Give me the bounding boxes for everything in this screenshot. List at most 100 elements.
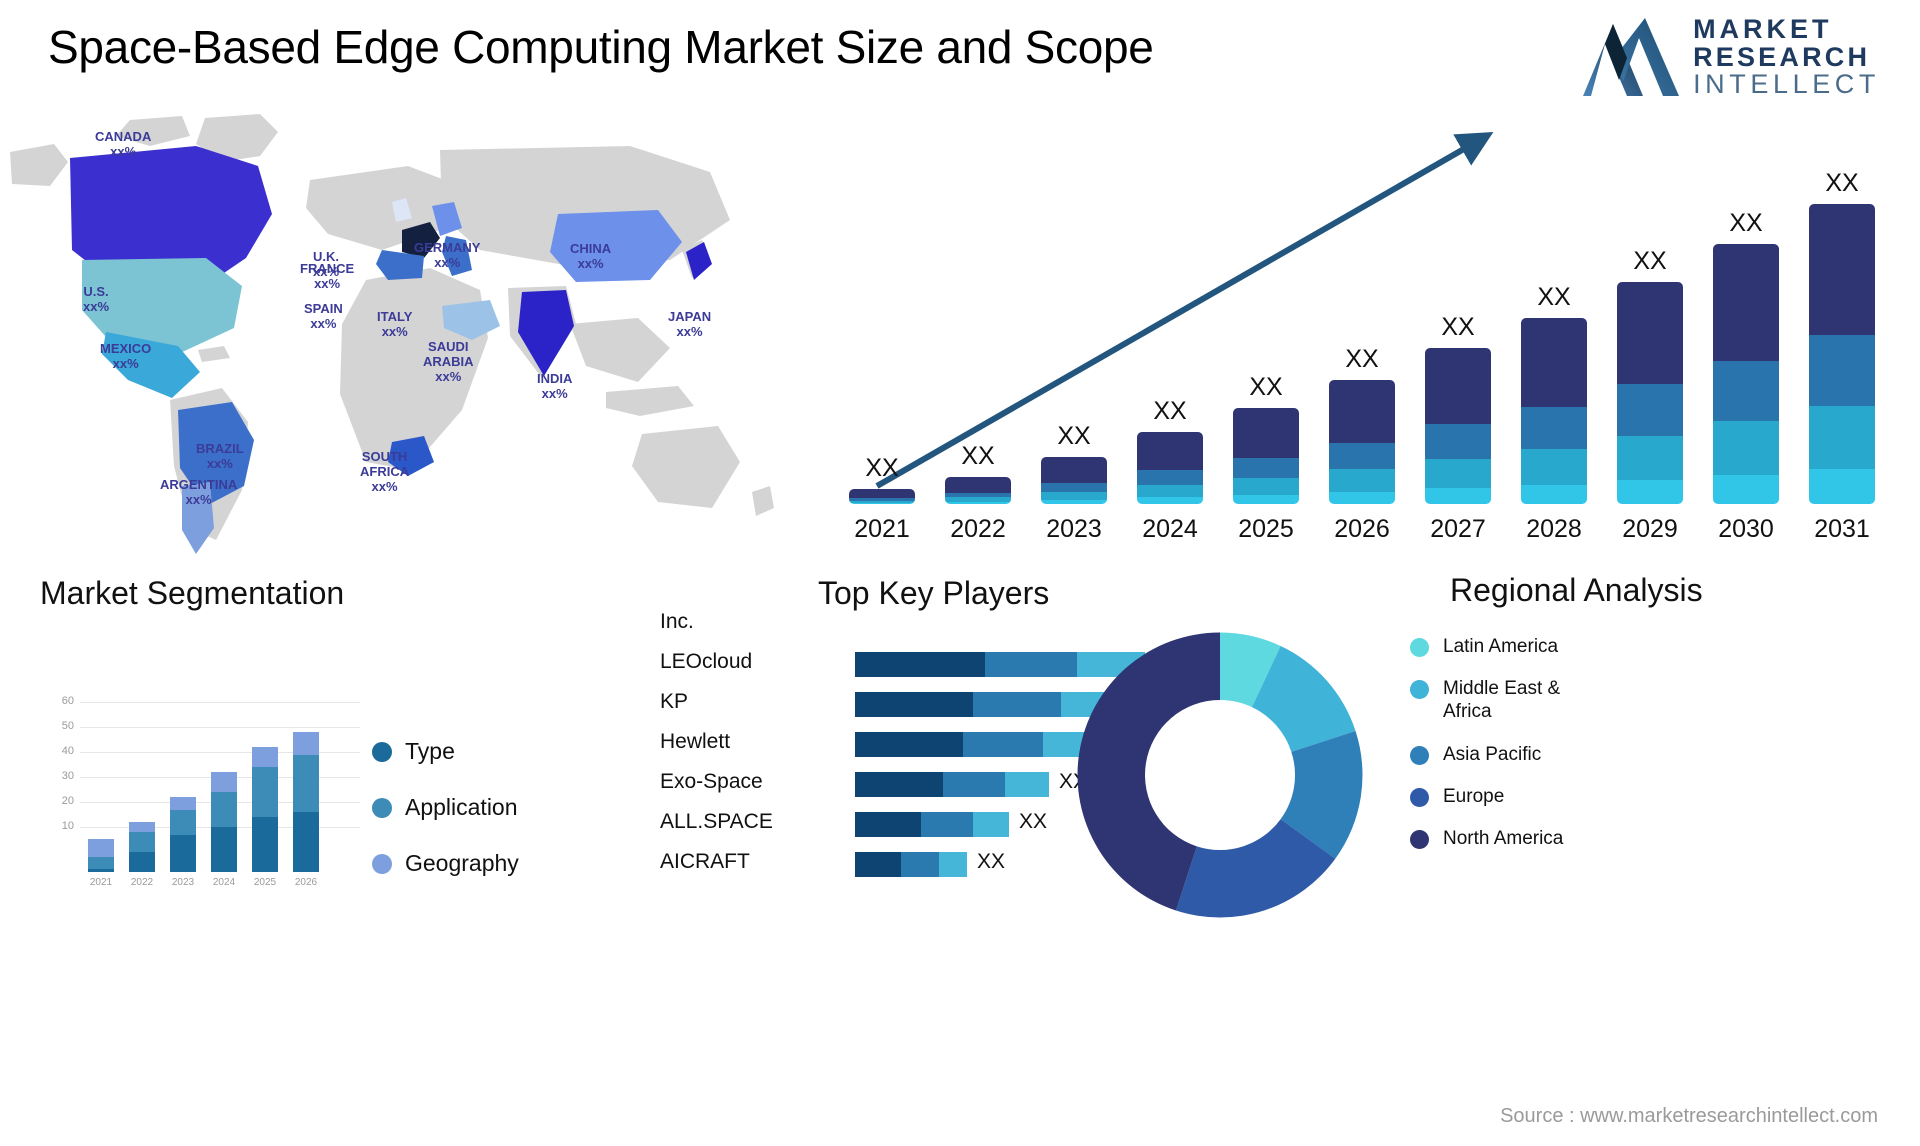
key-player-segment-segment-2 [963,732,1043,757]
key-player-segment-segment-1 [855,652,985,677]
map-label-country: JAPAN [668,309,712,324]
key-player-row: LEOcloudXX [660,650,1183,680]
key-player-name: Inc. [660,610,694,633]
market-segmentation-chart: 10 20 30 40 50 60 2021 2022 2023 2024 2025 2026 [40,695,360,890]
bar-stack [945,477,1011,504]
segmentation-column: 2025 [252,747,278,888]
key-player-bar [855,852,967,877]
segmentation-segment-type [129,852,155,872]
legend-label: Type [405,738,455,764]
bar-segment-segment-4 [1521,318,1587,407]
bar-value-label: XX [1729,209,1763,237]
legend-item-asia-pacific: Asia Pacific [1410,743,1593,766]
legend-item-north-america: North America [1410,827,1593,850]
bar-segment-segment-2 [1617,435,1683,481]
bar-column: XX 2029 [1617,247,1683,543]
key-player-row: Inc. [660,610,1100,640]
map-label-value: xx% [185,491,212,507]
bar-segment-segment-1 [1233,495,1299,504]
segmentation-segment-application [170,809,196,835]
bar-segment-segment-1 [1713,474,1779,504]
bar-year-label: 2031 [1814,515,1870,543]
map-label-value: xx% [381,323,408,339]
map-label-value: xx% [314,275,341,291]
key-player-row: ALL.SPACE XX [660,810,1100,840]
market-segmentation-legend: Type Application Geography [372,738,519,906]
bar-segment-segment-3 [1137,470,1203,485]
bar-stack [1521,318,1587,504]
segmentation-segment-type [252,817,278,872]
segmentation-stack [129,822,155,872]
key-player-name: Exo-Space [660,770,763,793]
legend-color-swatch [1410,787,1429,807]
bar-segment-segment-4 [1809,204,1875,335]
bar-column: XX 2024 [1137,397,1203,543]
key-player-bar [855,812,1009,837]
bar-segment-segment-3 [1329,442,1395,470]
legend-item-europe: Europe [1410,785,1593,808]
gridline [80,727,360,728]
map-label-country: MEXICO [100,341,152,356]
map-label-mexico: MEXICO xx% [100,341,152,372]
map-label-u-s: U.S. xx% [83,284,109,315]
regional-analysis-chart: Latin America Middle East & Africa Asia Pa… [1077,565,1900,918]
legend-color-swatch [372,853,392,874]
bar-segment-segment-1 [1617,480,1683,504]
key-player-segment-segment-2 [973,692,1061,717]
logo-wordmark: MARKET RESEARCH INTELLECT [1693,14,1880,99]
segmentation-segment-geography [252,747,278,767]
key-player-segment-segment-1 [855,732,963,757]
legend-color-swatch [1410,638,1429,657]
bar-column: XX 2030 [1713,209,1779,543]
logo-line-market: MARKET [1693,14,1833,44]
segmentation-stack [170,797,196,872]
map-label-country: GERMANY [414,240,481,255]
key-player-segment-segment-3 [1005,772,1049,797]
map-label-value: xx% [541,385,568,401]
bar-segment-segment-2 [1233,478,1299,496]
key-player-segment-segment-3 [973,812,1009,837]
legend-label: Europe [1443,785,1505,807]
source-attribution: Source : www.marketresearchintellect.com [1500,1105,1878,1127]
bar-column: XX 2023 [1041,422,1107,543]
bar-segment-segment-1 [1137,497,1203,504]
segmentation-segment-application [252,767,278,817]
bar-segment-segment-4 [1329,380,1395,443]
infographic-page: Space-Based Edge Computing Market Size a… [0,0,1920,1146]
map-label-japan: JAPAN xx% [668,309,712,340]
bar-value-label: XX [865,454,899,482]
brand-logo: MARKET RESEARCH INTELLECT [1583,14,1880,99]
map-label-china: CHINA xx% [570,241,611,272]
map-label-value: xx% [310,315,337,331]
key-player-name: ALL.SPACE [660,810,773,833]
bar-column: XX 2028 [1521,283,1587,543]
key-player-bar [855,732,1097,757]
bar-year-label: 2021 [854,515,910,543]
key-player-segment-segment-2 [901,852,939,877]
bar-segment-segment-4 [1425,348,1491,425]
bar-value-label: XX [1249,373,1283,401]
bar-segment-segment-1 [1425,488,1491,504]
segmentation-segment-application [293,754,319,812]
y-axis-tick: 30 [61,770,74,782]
key-player-segment-segment-1 [855,772,943,797]
x-axis-label: 2021 [89,877,113,888]
key-player-row: HewlettXX [660,730,1135,760]
map-label-value: xx% [434,254,461,270]
bar-segment-segment-2 [1809,405,1875,470]
segmentation-stack [293,732,319,872]
segmentation-segment-application [211,792,237,827]
map-label-spain: SPAIN xx% [304,301,343,332]
bar-stack [1233,408,1299,504]
key-player-name: Hewlett [660,730,731,753]
bar-segment-segment-2 [1521,449,1587,485]
map-label-value: xx% [435,368,462,384]
segmentation-segment-type [170,834,196,872]
bar-segment-segment-2 [1329,469,1395,492]
key-player-value-label: XX [1019,810,1048,833]
segmentation-stack [88,839,114,872]
legend-color-swatch [1410,680,1429,700]
segmentation-column: 2021 [88,839,114,888]
legend-label: North America [1443,827,1564,849]
bar-segment-segment-4 [1233,408,1299,459]
